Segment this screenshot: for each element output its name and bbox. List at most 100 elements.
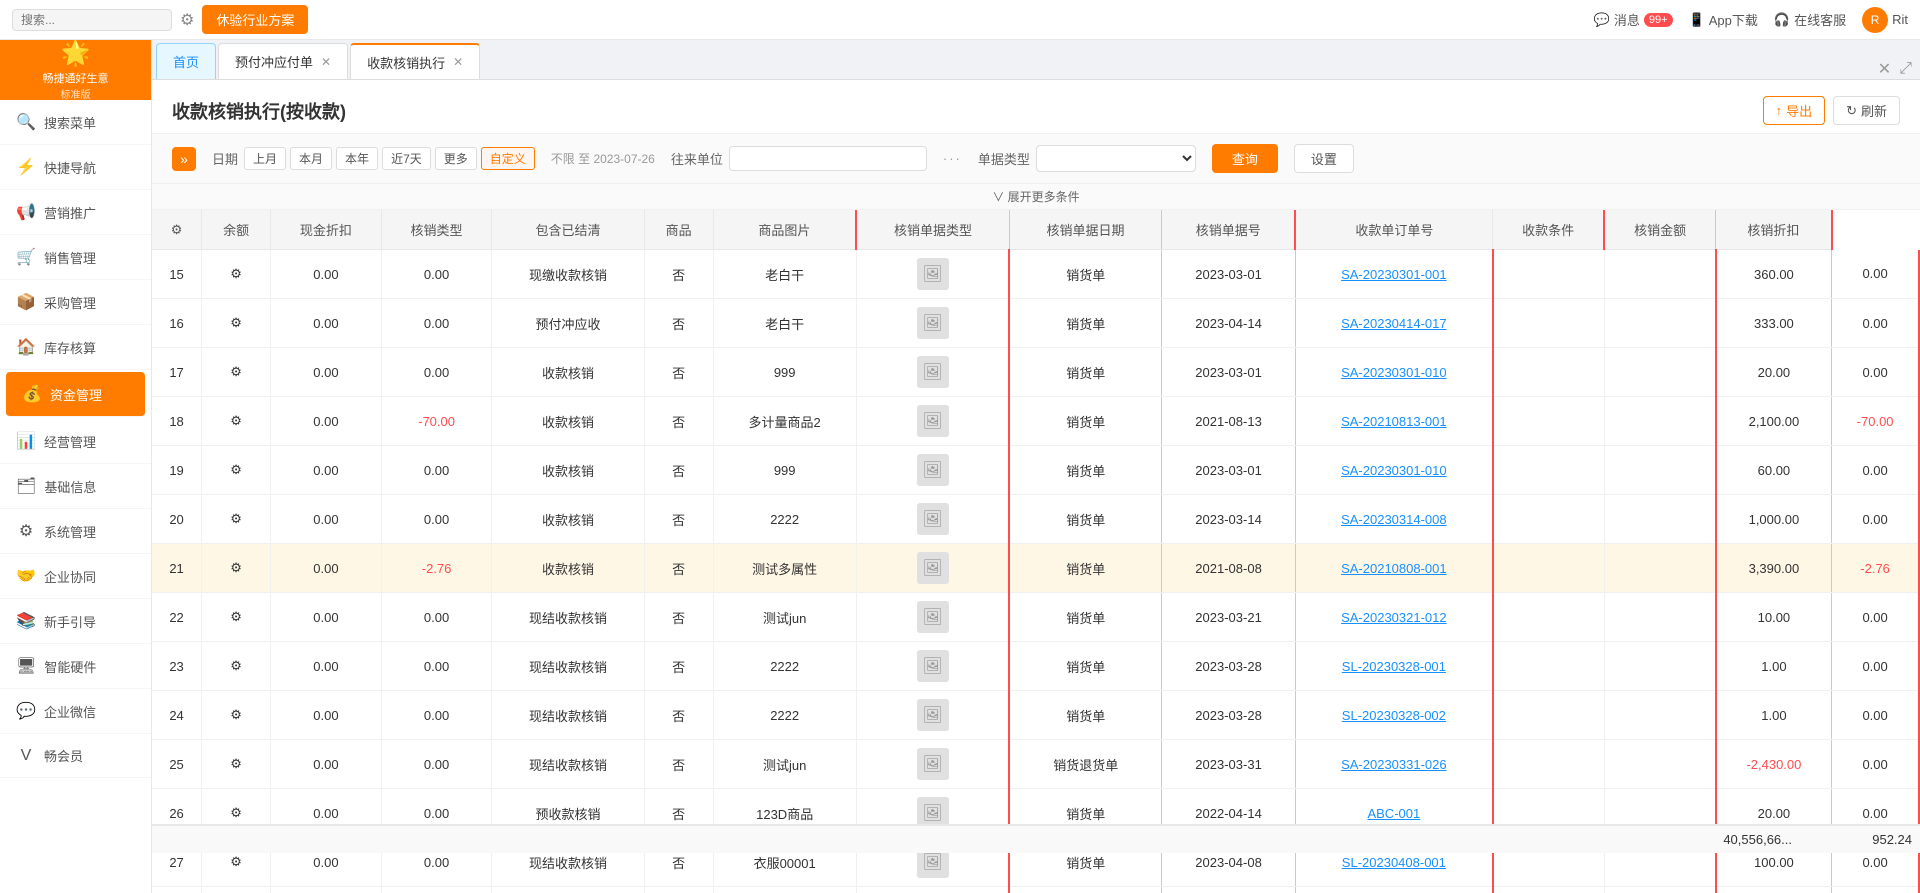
cell-row-number: 16: [152, 299, 202, 348]
tab-receivable[interactable]: 收款核销执行 ✕: [350, 43, 480, 79]
sidebar-item-label: 企业协同: [44, 567, 96, 586]
cell-bill-date: 2021-08-08: [1162, 544, 1296, 593]
date-more-btn[interactable]: 更多: [435, 147, 477, 170]
sidebar-item-basic[interactable]: 🗂 基础信息: [0, 464, 151, 509]
cell-bill-no[interactable]: SL-20230328-001: [1295, 642, 1492, 691]
cell-include-settled: 否: [644, 495, 713, 544]
cell-cancel-type: 现结收款核销: [492, 691, 644, 740]
col-header-receipt-order-no: 收款单订单号: [1295, 210, 1492, 250]
date-custom-btn[interactable]: 自定义: [481, 147, 535, 170]
cell-settings[interactable]: ⚙: [202, 348, 271, 397]
cell-cancel-discount: 0.00: [1832, 495, 1919, 544]
cell-product: 2222: [713, 691, 856, 740]
sidebar-logo: 🌟 畅捷通好生意 标准版: [0, 40, 151, 100]
sidebar-item-marketing[interactable]: 📢 营销推广: [0, 190, 151, 235]
cell-settings[interactable]: ⚙: [202, 495, 271, 544]
search-input[interactable]: [12, 9, 172, 31]
sidebar-item-search[interactable]: 🔍 搜索菜单: [0, 100, 151, 145]
industry-button[interactable]: 休验行业方案: [202, 5, 308, 34]
cell-settings[interactable]: ⚙: [202, 250, 271, 299]
col-header-settings[interactable]: ⚙: [152, 210, 202, 250]
user-name: Rit: [1892, 12, 1908, 27]
cell-cancel-discount: -2.76: [1832, 544, 1919, 593]
date-this-year-btn[interactable]: 本年: [336, 147, 378, 170]
app-layout: 🌟 畅捷通好生意 标准版 🔍 搜索菜单 ⚡ 快捷导航 📢 营销推广 🛒 销售管理…: [0, 40, 1920, 893]
top-bar: ⚙ 休验行业方案 💬 消息 99+ 📱 App下载 🎧 在线客服 R Rit: [0, 0, 1920, 40]
tab-maximize[interactable]: ⤢: [1899, 60, 1912, 78]
sidebar-item-label: 系统管理: [44, 522, 96, 541]
cell-bill-no[interactable]: SL-20230418-001: [1295, 887, 1492, 893]
date-this-month-btn[interactable]: 本月: [290, 147, 332, 170]
sidebar-item-finance[interactable]: 💰 资金管理: [6, 372, 145, 417]
refresh-button[interactable]: ↻ 刷新: [1833, 96, 1900, 125]
footer-cancel-amount-value: 40,556,66...: [1712, 832, 1792, 847]
tab-home[interactable]: 首页: [156, 43, 216, 79]
cell-cancel-amount: 10.00: [1716, 593, 1832, 642]
tab-prepay[interactable]: 预付冲应付单 ✕: [218, 43, 348, 79]
partner-input[interactable]: [729, 146, 927, 171]
query-button[interactable]: 查询: [1212, 144, 1278, 173]
table-container[interactable]: ⚙ 余额 现金折扣 核销类型 包含已结清 商品 商品图片 核销单据类型 核销单据…: [152, 210, 1920, 893]
cell-settings[interactable]: ⚙: [202, 740, 271, 789]
cell-cash-discount: -70.00: [381, 397, 492, 446]
sidebar-item-wechat[interactable]: 💬 企业微信: [0, 689, 151, 734]
cell-bill-no[interactable]: SA-20210808-001: [1295, 544, 1492, 593]
cell-settings[interactable]: ⚙: [202, 642, 271, 691]
system-icon: ⚙: [16, 521, 36, 541]
sidebar-item-system[interactable]: ⚙ 系统管理: [0, 509, 151, 554]
expand-more-bar[interactable]: ∨ 展开更多条件: [152, 184, 1920, 210]
filter-settings-button[interactable]: 设置: [1294, 144, 1354, 173]
tab-prepay-close[interactable]: ✕: [321, 55, 331, 69]
online-service-item[interactable]: 🎧 在线客服: [1774, 10, 1846, 29]
sidebar-item-member[interactable]: V 畅会员: [0, 734, 151, 778]
cell-bill-no[interactable]: SA-20230301-001: [1295, 250, 1492, 299]
cell-settings[interactable]: ⚙: [202, 887, 271, 893]
cell-settings[interactable]: ⚙: [202, 446, 271, 495]
sidebar-item-quicknav[interactable]: ⚡ 快捷导航: [0, 145, 151, 190]
cell-bill-date: 2023-03-31: [1162, 740, 1296, 789]
cell-bill-no[interactable]: SA-20230301-010: [1295, 348, 1492, 397]
gear-button[interactable]: ⚙: [180, 10, 194, 30]
cell-cancel-discount: 0.00: [1832, 299, 1919, 348]
page-content: 收款核销执行(按收款) ↑ 导出 ↻ 刷新 » 日期: [152, 80, 1920, 893]
cell-cancel-type: 现结收款核销: [492, 593, 644, 642]
sidebar-item-guide[interactable]: 📚 新手引导: [0, 599, 151, 644]
cell-bill-no[interactable]: SA-20230414-017: [1295, 299, 1492, 348]
cell-cancel-amount: 100.00: [1716, 887, 1832, 893]
tab-window-close[interactable]: ✕: [1878, 59, 1891, 79]
sidebar-item-hardware[interactable]: 🖥 智能硬件: [0, 644, 151, 689]
cell-settings[interactable]: ⚙: [202, 691, 271, 740]
cell-bill-no[interactable]: SA-20230301-010: [1295, 446, 1492, 495]
cell-settings[interactable]: ⚙: [202, 593, 271, 642]
cell-cancel-amount: 60.00: [1716, 446, 1832, 495]
sidebar-item-inventory[interactable]: 🏠 库存核算: [0, 325, 151, 370]
cell-product: 多计量商品2: [713, 397, 856, 446]
cell-bill-no[interactable]: SA-20230321-012: [1295, 593, 1492, 642]
date-7days-btn[interactable]: 近7天: [382, 147, 431, 170]
user-item[interactable]: R Rit: [1862, 7, 1908, 33]
filter-expand-button[interactable]: »: [172, 147, 196, 171]
cell-bill-no[interactable]: SA-20230331-026: [1295, 740, 1492, 789]
cell-row-number: 18: [152, 397, 202, 446]
cell-settings[interactable]: ⚙: [202, 397, 271, 446]
table-row: 25⚙ 0.00 0.00 现结收款核销 否 测试jun 🖼 销货退货单 202…: [152, 740, 1919, 789]
cell-receipt-order-no: [1493, 299, 1604, 348]
sidebar-item-label: 快捷导航: [44, 158, 96, 177]
cell-settings[interactable]: ⚙: [202, 299, 271, 348]
sidebar-item-sales[interactable]: 🛒 销售管理: [0, 235, 151, 280]
cell-settings[interactable]: ⚙: [202, 544, 271, 593]
date-prev-month-btn[interactable]: 上月: [244, 147, 286, 170]
app-download-item[interactable]: 📱 App下载: [1689, 10, 1758, 29]
sidebar-item-enterprise[interactable]: 🤝 企业协同: [0, 554, 151, 599]
sidebar-item-purchase[interactable]: 📦 采购管理: [0, 280, 151, 325]
export-button[interactable]: ↑ 导出: [1763, 96, 1826, 125]
cell-balance: 0.00: [271, 446, 382, 495]
cell-receipt-order-no: [1493, 691, 1604, 740]
tab-receivable-close[interactable]: ✕: [453, 55, 463, 69]
message-item[interactable]: 💬 消息 99+: [1594, 10, 1673, 29]
cell-bill-no[interactable]: SL-20230328-002: [1295, 691, 1492, 740]
sidebar-item-business[interactable]: 📊 经营管理: [0, 419, 151, 464]
cell-bill-no[interactable]: SA-20230314-008: [1295, 495, 1492, 544]
cell-bill-no[interactable]: SA-20210813-001: [1295, 397, 1492, 446]
bill-type-select[interactable]: [1036, 145, 1196, 172]
